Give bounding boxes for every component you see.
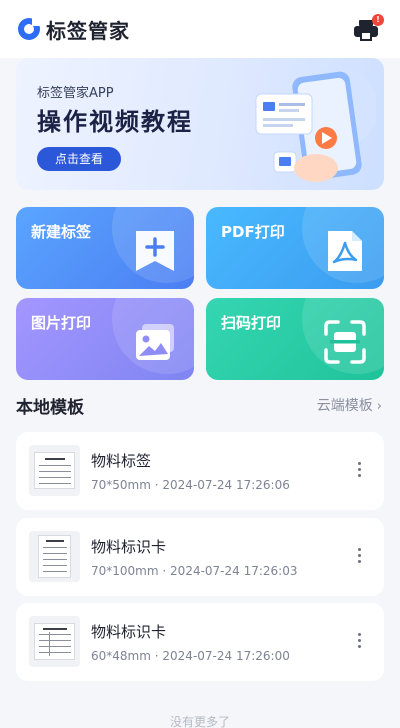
- chevron-right-icon: ›: [376, 399, 382, 414]
- app-title: 标签管家: [46, 19, 130, 43]
- template-thumbnail: [29, 616, 80, 667]
- more-options-icon[interactable]: [358, 548, 362, 564]
- scan-print-tile[interactable]: 扫码打印: [206, 298, 384, 380]
- new-label-label: 新建标签: [31, 223, 92, 241]
- app-header: 标签管家 !: [0, 0, 400, 58]
- template-meta: 70*100mm · 2024-07-24 17:26:03: [91, 564, 298, 578]
- no-more-hint: 没有更多了: [169, 715, 230, 728]
- template-card[interactable]: 物料标签 70*50mm · 2024-07-24 17:26:06: [16, 432, 384, 510]
- notification-badge: !: [372, 14, 384, 26]
- template-name: 物料标识卡: [91, 538, 167, 556]
- cloud-templates-label: 云端模板: [316, 398, 373, 414]
- scan-print-label: 扫码打印: [221, 314, 282, 332]
- watch-video-button[interactable]: 点击查看: [37, 147, 121, 171]
- template-name: 物料标识卡: [91, 623, 167, 641]
- template-card[interactable]: 物料标识卡 70*100mm · 2024-07-24 17:26:03: [16, 518, 384, 596]
- new-label-tile[interactable]: 新建标签: [16, 207, 194, 289]
- cloud-templates-link[interactable]: 云端模板 ›: [317, 395, 382, 415]
- more-options-icon[interactable]: [358, 633, 362, 649]
- pdf-print-label: PDF打印: [221, 223, 285, 241]
- template-meta: 70*50mm · 2024-07-24 17:26:06: [91, 478, 290, 492]
- template-name: 物料标签: [91, 452, 152, 470]
- image-print-label: 图片打印: [31, 314, 92, 332]
- banner-subtitle: 标签管家APP: [37, 86, 114, 101]
- template-thumbnail: [29, 531, 80, 582]
- banner-title: 操作视频教程: [37, 108, 193, 136]
- template-card[interactable]: 物料标识卡 60*48mm · 2024-07-24 17:26:00: [16, 603, 384, 681]
- tutorial-banner[interactable]: 标签管家APP 操作视频教程 点击查看: [16, 58, 384, 190]
- new-label-icon: [136, 231, 174, 271]
- image-icon: [136, 324, 174, 360]
- pdf-icon: [328, 231, 362, 271]
- local-templates-title: 本地模板: [16, 398, 84, 418]
- app-logo-icon: [18, 17, 41, 40]
- template-meta: 60*48mm · 2024-07-24 17:26:00: [91, 649, 290, 663]
- image-print-tile[interactable]: 图片打印: [16, 298, 194, 380]
- phone-illustration-icon: [255, 68, 376, 182]
- template-thumbnail: [29, 445, 80, 496]
- scan-icon: [324, 320, 366, 364]
- pdf-print-tile[interactable]: PDF打印: [206, 207, 384, 289]
- printer-button[interactable]: !: [354, 14, 384, 42]
- more-options-icon[interactable]: [358, 462, 362, 478]
